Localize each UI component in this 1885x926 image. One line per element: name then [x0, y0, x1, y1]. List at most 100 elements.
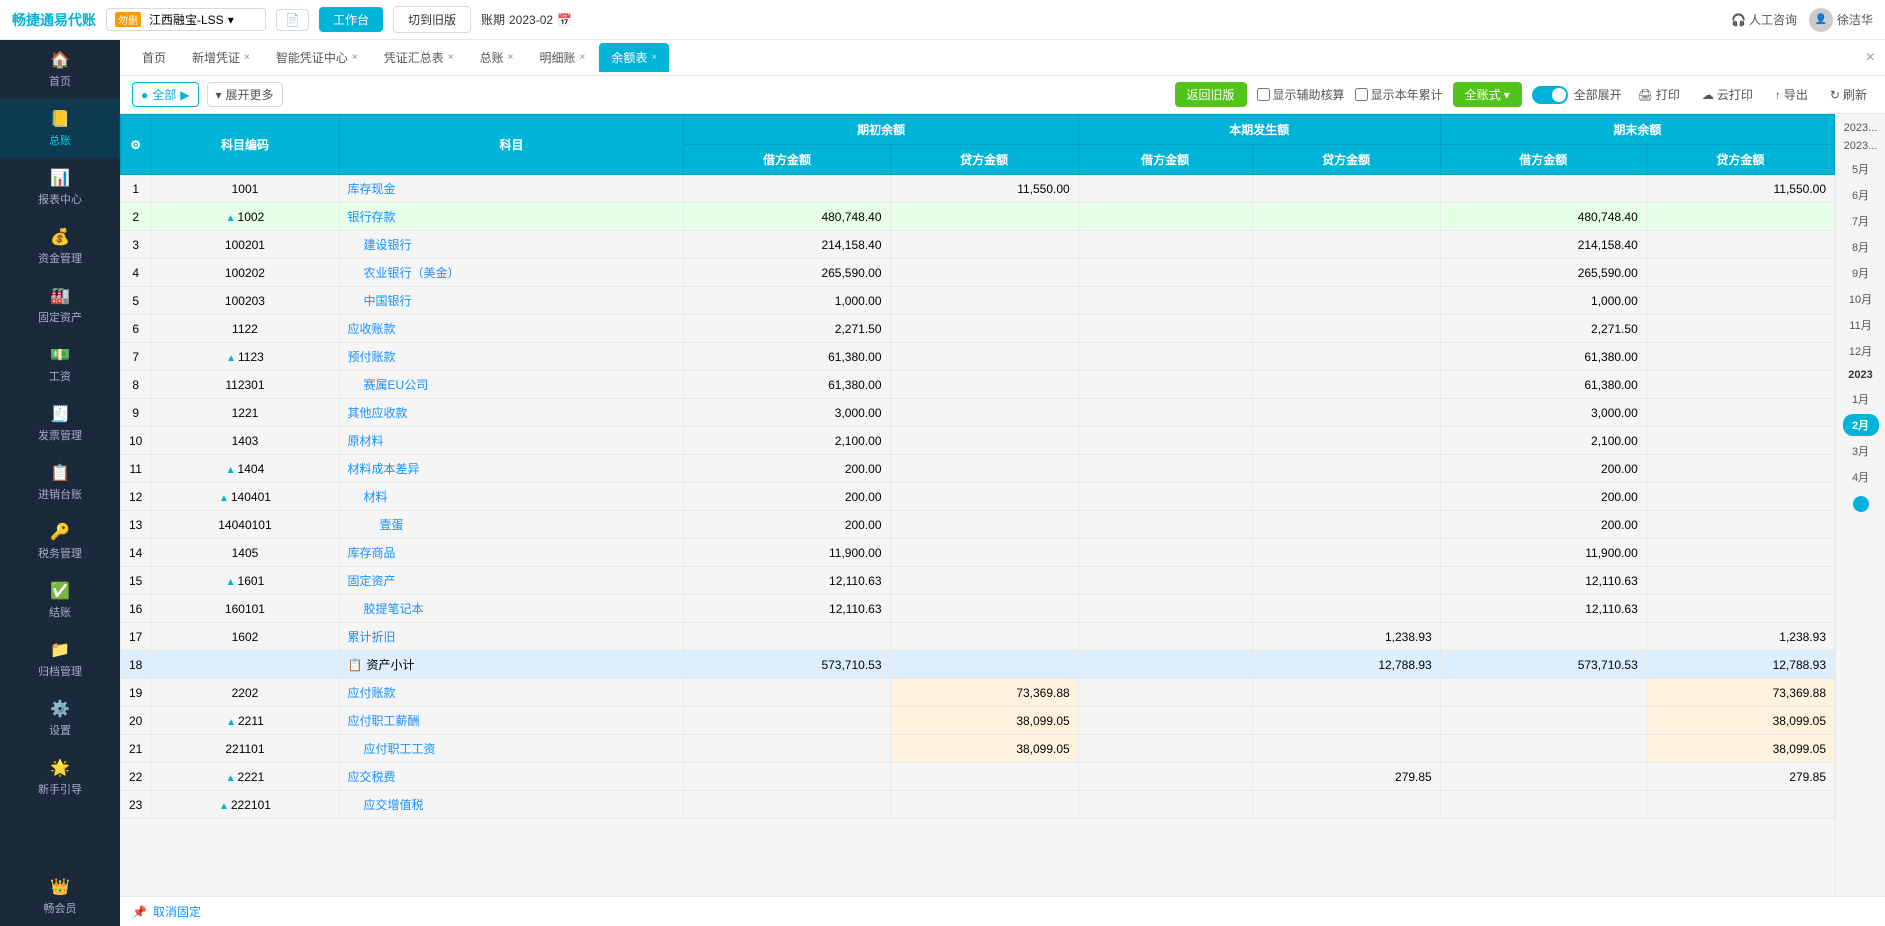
- month-1[interactable]: 1月: [1843, 388, 1879, 410]
- month-12[interactable]: 12月: [1843, 340, 1879, 362]
- subject-name[interactable]: 应付职工工资: [339, 735, 684, 763]
- subject-name[interactable]: 材料: [339, 483, 684, 511]
- show-aux-checkbox[interactable]: 显示辅助核算: [1257, 86, 1345, 103]
- tab-smart-voucher[interactable]: 智能凭证中心 ×: [264, 43, 370, 72]
- sidebar-item-sales[interactable]: 📋 进销台账: [0, 453, 120, 512]
- tab-voucher-summary[interactable]: 凭证汇总表 ×: [372, 43, 466, 72]
- sidebar-item-home[interactable]: 🏠 首页: [0, 40, 120, 99]
- tab-detail-ledger[interactable]: 明细账 ×: [527, 43, 597, 72]
- subject-name[interactable]: 固定资产: [339, 567, 684, 595]
- cur-credit: [1252, 399, 1440, 427]
- settings-col-header[interactable]: ⚙: [121, 115, 151, 175]
- subject-code: ▲1123: [151, 343, 339, 371]
- sidebar-item-reports[interactable]: 📊 报表中心: [0, 158, 120, 217]
- sidebar-item-tax[interactable]: 🔑 税务管理: [0, 512, 120, 571]
- sidebar-item-settings[interactable]: ⚙️ 设置: [0, 689, 120, 748]
- company-select[interactable]: 勿删 江西融宝-LSS ▾: [106, 8, 266, 31]
- right-panel-toggle[interactable]: [1853, 496, 1869, 512]
- month-4[interactable]: 4月: [1843, 466, 1879, 488]
- end-debit: 200.00: [1440, 511, 1646, 539]
- expand-more-btn[interactable]: ▾ 展开更多: [207, 82, 283, 107]
- subject-name[interactable]: 农业银行（美金）: [339, 259, 684, 287]
- sidebar-item-invoice[interactable]: 🧾 发票管理: [0, 394, 120, 453]
- filter-all-btn[interactable]: ● 全部 ▶: [132, 82, 199, 107]
- subject-name[interactable]: 赛属EU公司: [339, 371, 684, 399]
- subject-name[interactable]: 累计折旧: [339, 623, 684, 651]
- return-old-btn[interactable]: 返回旧版: [1175, 82, 1247, 107]
- subject-name[interactable]: 应交税费: [339, 763, 684, 791]
- month-2-active[interactable]: 2月: [1843, 414, 1879, 436]
- subject-name[interactable]: 应付职工薪酬: [339, 707, 684, 735]
- aux-checkbox-input[interactable]: [1257, 88, 1270, 101]
- cur-credit: [1252, 371, 1440, 399]
- tab-general-ledger-close[interactable]: ×: [508, 52, 514, 63]
- subject-name[interactable]: 应交增值税: [339, 791, 684, 819]
- tab-general-ledger[interactable]: 总账 ×: [468, 43, 526, 72]
- workspace-btn[interactable]: 工作台: [319, 7, 383, 32]
- subject-name[interactable]: 壹蛋: [339, 511, 684, 539]
- sidebar-item-assets[interactable]: 🏭 固定资产: [0, 276, 120, 335]
- month-11[interactable]: 11月: [1843, 314, 1879, 336]
- sidebar-item-archive[interactable]: 📁 归档管理: [0, 630, 120, 689]
- month-6[interactable]: 6月: [1843, 184, 1879, 206]
- sidebar-item-guide[interactable]: 🌟 新手引导: [0, 748, 120, 807]
- row-no: 19: [121, 679, 151, 707]
- table-row: 14 1405 库存商品 11,900.00 11,900.00: [121, 539, 1835, 567]
- tab-detail-ledger-close[interactable]: ×: [579, 52, 585, 63]
- cancel-pin-label[interactable]: 取消固定: [153, 903, 201, 920]
- export-btn[interactable]: ↑ 导出: [1769, 83, 1814, 106]
- sidebar-item-salary[interactable]: 💵 工资: [0, 335, 120, 394]
- subject-name[interactable]: 库存现金: [339, 175, 684, 203]
- print-btn[interactable]: 🖨 打印: [1632, 83, 1686, 106]
- subject-name[interactable]: 应收账款: [339, 315, 684, 343]
- tab-home[interactable]: 首页: [130, 43, 178, 72]
- row-no: 2: [121, 203, 151, 231]
- month-10[interactable]: 10月: [1843, 288, 1879, 310]
- accounting-label: 账期: [481, 11, 505, 28]
- expand-all-toggle[interactable]: 全部展开: [1532, 86, 1622, 104]
- month-9[interactable]: 9月: [1843, 262, 1879, 284]
- subject-name[interactable]: 原材料: [339, 427, 684, 455]
- table-container[interactable]: ⚙ 科目编码 科目 期初余额 本期发生额 期末余额 借方金额 贷方金额 借方金额…: [120, 114, 1835, 896]
- format-btn[interactable]: 全账式 ▾: [1453, 82, 1522, 107]
- tab-smart-voucher-close[interactable]: ×: [352, 52, 358, 63]
- service-btn[interactable]: 🎧 人工咨询: [1731, 11, 1797, 28]
- month-8[interactable]: 8月: [1843, 236, 1879, 258]
- ytd-checkbox-input[interactable]: [1355, 88, 1368, 101]
- open-credit: [890, 567, 1078, 595]
- sidebar-item-ledger[interactable]: 📒 总账: [0, 99, 120, 158]
- tab-new-voucher-close[interactable]: ×: [244, 52, 250, 63]
- month-3[interactable]: 3月: [1843, 440, 1879, 462]
- open-credit: [890, 399, 1078, 427]
- sidebar-item-funds[interactable]: 💰 资金管理: [0, 217, 120, 276]
- subject-name[interactable]: 预付账款: [339, 343, 684, 371]
- show-ytd-checkbox[interactable]: 显示本年累计: [1355, 86, 1443, 103]
- month-5[interactable]: 5月: [1843, 158, 1879, 180]
- subject-name[interactable]: 银行存款: [339, 203, 684, 231]
- row-no: 17: [121, 623, 151, 651]
- user-info[interactable]: 👤 徐洁华: [1809, 8, 1873, 32]
- switch-old-btn[interactable]: 切到旧版: [393, 6, 471, 33]
- doc-icon-btn[interactable]: 📄: [276, 9, 309, 31]
- tab-balance-close[interactable]: ×: [651, 52, 657, 63]
- subject-name[interactable]: 库存商品: [339, 539, 684, 567]
- cloud-print-btn[interactable]: ☁ 云打印: [1696, 83, 1759, 106]
- subject-name[interactable]: 建设银行: [339, 231, 684, 259]
- subject-code: 1001: [151, 175, 339, 203]
- subject-name[interactable]: 中国银行: [339, 287, 684, 315]
- subject-name[interactable]: 胶提笔记本: [339, 595, 684, 623]
- subject-name[interactable]: 应付账款: [339, 679, 684, 707]
- toggle-switch-control[interactable]: [1532, 86, 1568, 104]
- tab-voucher-summary-close[interactable]: ×: [448, 52, 454, 63]
- subject-name[interactable]: 材料成本差异: [339, 455, 684, 483]
- end-credit: [1646, 791, 1834, 819]
- subject-name[interactable]: 其他应收款: [339, 399, 684, 427]
- tab-new-voucher[interactable]: 新增凭证 ×: [180, 43, 262, 72]
- close-all-tabs[interactable]: ×: [1866, 49, 1875, 67]
- refresh-btn[interactable]: ↻ 刷新: [1824, 83, 1873, 106]
- sidebar-item-close[interactable]: ✅ 结账: [0, 571, 120, 630]
- tab-balance[interactable]: 余额表 ×: [599, 43, 669, 72]
- sidebar-item-member[interactable]: 👑 畅会员: [0, 867, 120, 926]
- month-7[interactable]: 7月: [1843, 210, 1879, 232]
- open-credit: [890, 287, 1078, 315]
